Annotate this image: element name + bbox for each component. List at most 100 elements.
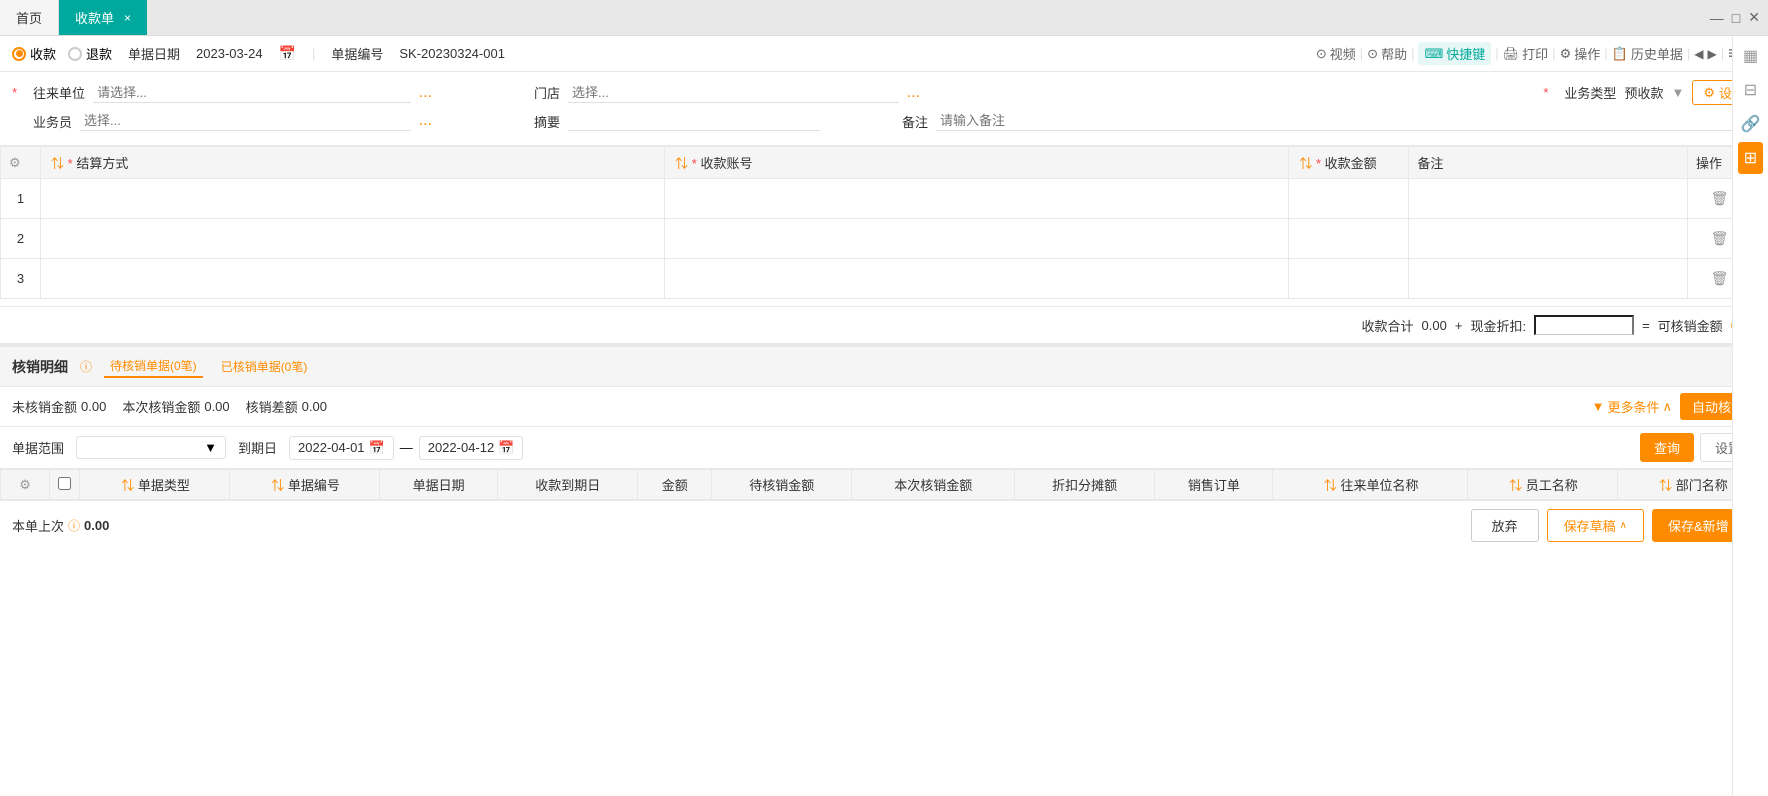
row3-delete-icon[interactable]: 🗑 <box>1711 270 1729 287</box>
account-sort-icon[interactable]: ⇅ <box>675 156 688 171</box>
row1-settlement[interactable] <box>41 179 665 219</box>
print-link[interactable]: 🖨 打印 <box>1503 44 1549 63</box>
radio-shoukuan[interactable]: 收款 <box>12 44 56 63</box>
select-all-checkbox[interactable] <box>58 477 71 490</box>
prev-btn[interactable]: ◀ <box>1694 47 1703 61</box>
row2-delete-icon[interactable]: 🗑 <box>1711 230 1729 247</box>
help-link[interactable]: ⊙ 帮助 <box>1367 44 1407 63</box>
row1-remark[interactable] <box>1409 179 1688 219</box>
minimize-btn[interactable]: — <box>1710 10 1724 26</box>
more-filter-btn[interactable]: ▼ 更多条件 ∧ <box>1592 397 1672 416</box>
settlement-sort-icon[interactable]: ⇅ <box>51 156 64 171</box>
row2-account[interactable] <box>665 219 1289 259</box>
store-more-icon[interactable]: ... <box>907 85 920 101</box>
range-select[interactable]: ▼ <box>76 436 226 459</box>
bt-col-duedate: 收款到期日 <box>498 470 638 500</box>
close-btn[interactable]: ✕ <box>1748 9 1760 26</box>
sum-available-label: 可核销金额 <box>1658 316 1723 335</box>
biztype-dropdown-icon[interactable]: ▼ <box>1671 85 1684 100</box>
table-gear-icon[interactable]: ⚙ <box>9 155 21 170</box>
col-gear-th[interactable]: ⚙ <box>1 147 41 179</box>
sidebar-icon-3[interactable]: 🔗 <box>1735 108 1767 140</box>
page-footer: 本单上次 ⓘ 0.00 放弃 保存草稿 ∧ 保存&新增 ∧ <box>0 500 1768 550</box>
partner-more-icon[interactable]: ... <box>419 85 432 101</box>
verify-area: 未核销金额 0.00 本次核销金额 0.00 核销差额 0.00 ▼ 更多条件 … <box>0 387 1768 500</box>
bt-col-pending: 待核销金额 <box>712 470 852 500</box>
range-label: 单据范围 <box>12 438 64 457</box>
partner-input[interactable] <box>93 83 411 103</box>
toolbar-right: ⊙ 视频 | ⊙ 帮助 | ⌨ 快捷键 | 🖨 打印 | <box>1316 42 1756 65</box>
tab-shoukuan[interactable]: 收款单 × <box>59 0 147 35</box>
row2-settlement[interactable] <box>41 219 665 259</box>
abandon-button[interactable]: 放弃 <box>1471 509 1539 542</box>
staff-label: 业务员 <box>12 112 72 131</box>
row1-idx: 1 <box>1 179 41 219</box>
bt-col-type: ⇅ 单据类型 <box>80 470 230 500</box>
tab-home[interactable]: 首页 <box>0 0 59 35</box>
range-dropdown-icon: ▼ <box>204 440 217 455</box>
sidebar-icon-4[interactable]: ⊞ <box>1738 142 1763 174</box>
next-btn[interactable]: ▶ <box>1707 47 1716 61</box>
row1-account[interactable] <box>665 179 1289 219</box>
radio-circle-tuikuan <box>68 47 82 61</box>
row3-amount[interactable] <box>1289 259 1409 299</box>
row3-account[interactable] <box>665 259 1289 299</box>
operation-link[interactable]: ⚙ 操作 <box>1560 44 1601 63</box>
calendar-icon[interactable]: 📅 <box>279 45 296 62</box>
summary-input[interactable] <box>568 111 820 131</box>
maximize-btn[interactable]: □ <box>1732 10 1740 26</box>
tab-pending[interactable]: 待核销单据(0笔) <box>104 355 203 378</box>
history-link[interactable]: 📋 历史单据 <box>1612 44 1683 63</box>
sidebar-icon-1[interactable]: ▦ <box>1737 40 1764 72</box>
this-verify-value: 0.00 <box>204 399 229 414</box>
bottom-table-wrapper: ⚙ ⇅ 单据类型 ⇅ 单据编号 <box>0 469 1768 500</box>
calendar-start-icon[interactable]: 📅 <box>369 440 385 456</box>
biztype-section: * 业务类型 预收款 ▼ ⚙ 设置 <box>1543 80 1756 105</box>
sidebar-icon-2[interactable]: ⊟ <box>1738 74 1763 106</box>
radio-tuikuan[interactable]: 退款 <box>68 44 112 63</box>
remark-input[interactable] <box>936 111 1756 131</box>
row3-settlement[interactable] <box>41 259 665 299</box>
date-end-picker[interactable]: 2022-04-12 📅 <box>419 436 524 460</box>
main-container: 收款 退款 单据日期 2023-03-24 📅 | 单据编号 SK-202303… <box>0 36 1768 796</box>
calendar-end-icon[interactable]: 📅 <box>498 440 514 456</box>
home-tab-label: 首页 <box>16 8 42 27</box>
biztype-value: 预收款 <box>1624 83 1663 102</box>
tab-done[interactable]: 已核销单据(0笔) <box>215 356 314 377</box>
sum-total-label: 收款合计 <box>1362 316 1414 335</box>
video-link[interactable]: ⊙ 视频 <box>1316 44 1356 63</box>
store-section: 门店 ... <box>500 83 920 103</box>
unverified-item: 未核销金额 0.00 <box>12 397 106 416</box>
date-start-picker[interactable]: 2022-04-01 📅 <box>289 436 394 460</box>
date-range-group: 2022-04-01 📅 — 2022-04-12 📅 <box>289 436 523 460</box>
sum-equals: = <box>1642 318 1650 333</box>
tab-bar: 首页 收款单 × — □ ✕ <box>0 0 1768 36</box>
store-input[interactable] <box>568 83 899 103</box>
bt-col-gear[interactable]: ⚙ <box>1 470 50 500</box>
diff-label: 核销差额 <box>246 397 298 416</box>
staff-more-icon[interactable]: ... <box>419 113 432 129</box>
verify-info-icon[interactable]: ⓘ <box>80 358 92 375</box>
row2-amount[interactable] <box>1289 219 1409 259</box>
save-draft-button[interactable]: 保存草稿 ∧ <box>1547 509 1644 542</box>
table-row: 3 🗑 ⧉ <box>1 259 1768 299</box>
staff-input[interactable] <box>80 111 411 131</box>
row2-remark[interactable] <box>1409 219 1688 259</box>
shortcut-link[interactable]: ⌨ 快捷键 <box>1418 42 1491 65</box>
print-icon: 🖨 <box>1503 46 1520 62</box>
row3-idx: 3 <box>1 259 41 299</box>
query-button[interactable]: 查询 <box>1640 433 1694 462</box>
sum-discount-input[interactable] <box>1534 315 1634 335</box>
bt-col-checkbox[interactable] <box>50 470 80 500</box>
partner-asterisk: * <box>12 85 17 100</box>
footer-action-buttons: 放弃 保存草稿 ∧ 保存&新增 ∧ <box>1471 509 1756 542</box>
row1-amount[interactable] <box>1289 179 1409 219</box>
amount-sort-icon[interactable]: ⇅ <box>1299 156 1312 171</box>
row1-delete-icon[interactable]: 🗑 <box>1711 190 1729 207</box>
footer-quota-info: 本单上次 ⓘ 0.00 <box>12 516 109 535</box>
tab-close-icon[interactable]: × <box>124 11 131 25</box>
row3-remark[interactable] <box>1409 259 1688 299</box>
bottom-gear-icon[interactable]: ⚙ <box>19 477 31 492</box>
draft-chevron-icon[interactable]: ∧ <box>1620 520 1627 531</box>
quota-info-icon[interactable]: ⓘ <box>68 517 80 534</box>
